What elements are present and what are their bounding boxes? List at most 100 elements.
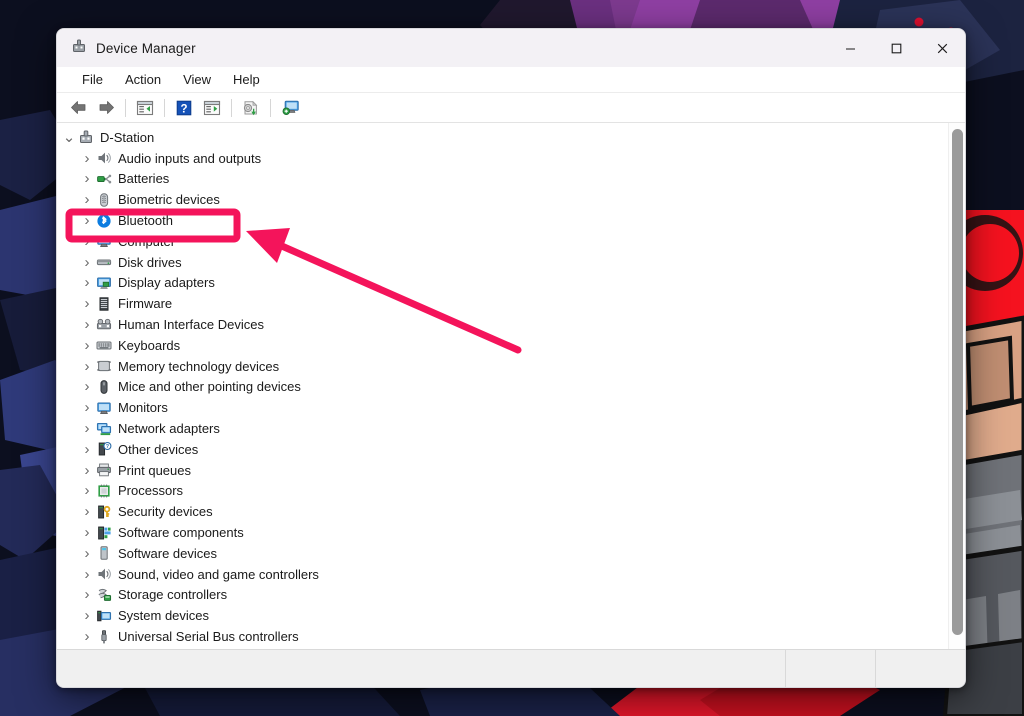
scan-hardware-changes-icon[interactable] [277, 96, 303, 120]
expand-collapse-chevron-right-icon[interactable]: › [79, 254, 95, 271]
other-device-icon: ? [95, 441, 113, 457]
expand-collapse-chevron-right-icon[interactable]: › [79, 545, 95, 562]
title-bar[interactable]: Device Manager [57, 29, 965, 67]
tree-item-sound-video-and-game-controllers[interactable]: › Sound, video and game controllers [57, 564, 948, 585]
tree-item-processors[interactable]: › Processors [57, 481, 948, 502]
tree-item-batteries[interactable]: › Batteries [57, 169, 948, 190]
expand-collapse-chevron-right-icon[interactable]: › [79, 503, 95, 520]
scrollbar-thumb[interactable] [952, 129, 963, 635]
speaker-icon [95, 150, 113, 166]
toolbar-separator [270, 98, 271, 117]
printer-icon [95, 462, 113, 478]
tree-item-monitors[interactable]: › Monitors [57, 397, 948, 418]
tree-item-network-adapters[interactable]: › Network adapters [57, 418, 948, 439]
expand-collapse-chevron-right-icon[interactable]: › [79, 524, 95, 541]
update-driver-icon[interactable] [238, 96, 264, 120]
tree-item-label: Biometric devices [118, 192, 220, 208]
expand-collapse-chevron-right-icon[interactable]: › [79, 337, 95, 354]
help-icon[interactable]: ? [171, 96, 197, 120]
maximize-button[interactable] [873, 29, 919, 67]
tree-item-keyboards[interactable]: › Keyboards [57, 335, 948, 356]
tree-item-label: Security devices [118, 504, 213, 520]
expand-collapse-chevron-right-icon[interactable]: › [79, 316, 95, 333]
expand-collapse-chevron-right-icon[interactable]: › [79, 607, 95, 624]
expand-collapse-chevron-right-icon[interactable]: › [79, 274, 95, 291]
expand-collapse-chevron-right-icon[interactable]: › [79, 170, 95, 187]
toolbar-separator [164, 98, 165, 117]
expand-collapse-chevron-down-icon[interactable]: ⌄ [61, 130, 77, 145]
tree-item-label: Audio inputs and outputs [118, 150, 262, 166]
menu-item-action[interactable]: Action [114, 69, 172, 90]
minimize-button[interactable] [827, 29, 873, 67]
display-adapter-icon [95, 275, 113, 291]
tree-item-mice-and-other-pointing-devices[interactable]: › Mice and other pointing devices [57, 377, 948, 398]
tree-item-software-components[interactable]: › Software components [57, 522, 948, 543]
tree-item-label: Storage controllers [118, 587, 228, 603]
expand-collapse-chevron-right-icon[interactable]: › [79, 150, 95, 167]
tree-item-label: Memory technology devices [118, 358, 280, 374]
tree-item-universal-serial-bus-controllers[interactable]: › Universal Serial Bus controllers [57, 626, 948, 647]
tree-item-disk-drives[interactable]: › Disk drives [57, 252, 948, 273]
forward-icon[interactable] [93, 96, 119, 120]
software-component-icon [95, 525, 113, 541]
tree-item-usb-connector-managers[interactable]: › USB Connector Managers [57, 647, 948, 650]
toolbar: ? [57, 93, 965, 123]
expand-collapse-chevron-right-icon[interactable]: › [79, 191, 95, 208]
mouse-icon [95, 379, 113, 395]
network-adapter-icon [95, 421, 113, 437]
expand-collapse-chevron-right-icon[interactable]: › [79, 420, 95, 437]
tree-item-bluetooth[interactable]: › Bluetooth [57, 210, 948, 231]
close-button[interactable] [919, 29, 965, 67]
expand-collapse-chevron-right-icon[interactable]: › [79, 378, 95, 395]
tree-item-security-devices[interactable]: › Security devices [57, 501, 948, 522]
tree-item-system-devices[interactable]: › System devices [57, 605, 948, 626]
expand-collapse-chevron-right-icon[interactable]: › [79, 462, 95, 479]
tree-item-memory-technology-devices[interactable]: › Memory technology devices [57, 356, 948, 377]
show-hide-console-tree-icon[interactable] [132, 96, 158, 120]
tree-item-label: System devices [118, 608, 210, 624]
battery-icon [95, 171, 113, 187]
expand-collapse-chevron-right-icon[interactable]: › [79, 441, 95, 458]
status-bar-cell-2 [875, 650, 965, 687]
device-tree[interactable]: ⌄ D-Station › Audio inputs and outputs › B… [57, 123, 948, 649]
expand-collapse-chevron-right-icon[interactable]: › [79, 566, 95, 583]
expand-collapse-chevron-right-icon[interactable]: › [79, 212, 95, 229]
tree-item-human-interface-devices[interactable]: › Human Interface Devices [57, 314, 948, 335]
expand-collapse-chevron-right-icon[interactable]: › [79, 295, 95, 312]
tree-item-other-devices[interactable]: › ? Other devices [57, 439, 948, 460]
tree-item-label: Bluetooth [118, 213, 173, 229]
menu-item-view[interactable]: View [172, 69, 222, 90]
software-device-icon [95, 545, 113, 561]
tree-item-d-station[interactable]: ⌄ D-Station [57, 127, 948, 148]
menu-item-file[interactable]: File [71, 69, 114, 90]
tree-item-storage-controllers[interactable]: › Storage controllers [57, 585, 948, 606]
tree-item-audio-inputs-and-outputs[interactable]: › Audio inputs and outputs [57, 148, 948, 169]
tree-item-computer[interactable]: › Computer [57, 231, 948, 252]
tree-item-label: Computer [118, 233, 176, 249]
tree-item-label: Firmware [118, 296, 173, 312]
expand-collapse-chevron-right-icon[interactable]: › [79, 233, 95, 250]
tree-item-display-adapters[interactable]: › Display adapters [57, 273, 948, 294]
menu-item-help[interactable]: Help [222, 69, 271, 90]
expand-collapse-chevron-right-icon[interactable]: › [79, 399, 95, 416]
back-icon[interactable] [65, 96, 91, 120]
tree-item-label: Keyboards [118, 337, 181, 353]
tree-item-software-devices[interactable]: › Software devices [57, 543, 948, 564]
expand-collapse-chevron-right-icon[interactable]: › [79, 482, 95, 499]
memory-icon [95, 358, 113, 374]
expand-collapse-chevron-right-icon[interactable]: › [79, 358, 95, 375]
tree-item-label: Mice and other pointing devices [118, 379, 301, 395]
tree-item-label: Print queues [118, 462, 191, 478]
monitor-icon [95, 400, 113, 416]
processor-icon [95, 483, 113, 499]
tree-item-print-queues[interactable]: › Print queues [57, 460, 948, 481]
properties-icon[interactable] [199, 96, 225, 120]
expand-collapse-chevron-right-icon[interactable]: › [79, 628, 95, 645]
tree-item-biometric-devices[interactable]: › Biometric devices [57, 189, 948, 210]
tree-item-firmware[interactable]: › Firmware [57, 293, 948, 314]
computer-root-icon [77, 129, 95, 145]
status-bar [57, 649, 965, 687]
tree-item-label: Software components [118, 525, 244, 541]
vertical-scrollbar[interactable] [948, 123, 965, 649]
expand-collapse-chevron-right-icon[interactable]: › [79, 586, 95, 603]
